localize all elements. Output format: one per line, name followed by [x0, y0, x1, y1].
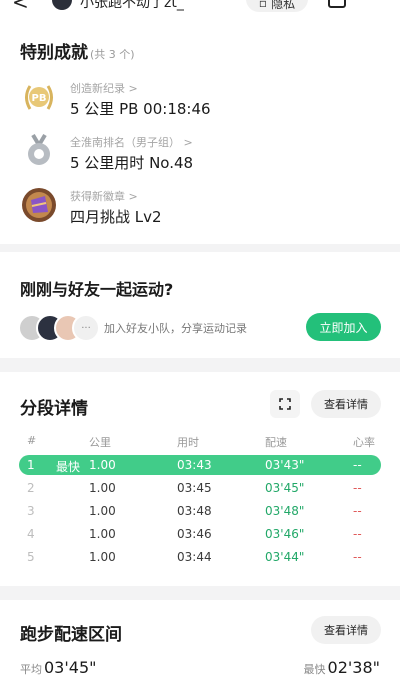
- achievements-title-text: 特别成就: [20, 43, 88, 63]
- splits-header: # 公里 用时 配速 心率: [0, 434, 400, 450]
- split-km: 1.00: [89, 458, 116, 472]
- split-km: 1.00: [89, 550, 116, 564]
- split-km: 1.00: [89, 481, 116, 495]
- split-heart-rate: --: [353, 458, 362, 472]
- more-icon[interactable]: ···: [360, 0, 380, 5]
- split-row: 1 最快 1.00 03:43 03'43" --: [19, 455, 381, 475]
- split-time: 03:45: [177, 481, 212, 495]
- achievement-value: 四月挑战 Lv2: [70, 208, 162, 226]
- split-row: 4 1.00 03:46 03'46" --: [0, 524, 400, 544]
- friends-card: 刚刚与好友一起运动? ··· 加入好友小队，分享运动记录 立即加入: [0, 252, 400, 358]
- header-index: #: [27, 434, 37, 447]
- pb-laurel-badge-icon: PB: [25, 85, 53, 110]
- split-index: 2: [27, 481, 35, 495]
- friends-question: 刚刚与好友一起运动?: [20, 280, 174, 299]
- split-row: 5 1.00 03:44 03'44" --: [0, 547, 400, 567]
- average-pace-label: 平均: [20, 663, 42, 676]
- fastest-tag: 最快: [56, 460, 81, 474]
- user-avatar[interactable]: [52, 0, 72, 10]
- split-time: 03:44: [177, 550, 212, 564]
- best-pace-label: 最快: [303, 663, 326, 676]
- split-row: 3 1.00 03:48 03'48" --: [0, 501, 400, 521]
- achievements-title: 特别成就 (共 3 个): [20, 38, 135, 63]
- header-time: 用时: [177, 436, 199, 449]
- split-index: 4: [27, 527, 35, 541]
- user-name[interactable]: 小张跑不动了zt_: [80, 0, 184, 12]
- split-heart-rate: --: [353, 527, 362, 541]
- best-pace: 最快 02'38": [304, 658, 380, 677]
- split-km: 1.00: [89, 504, 116, 518]
- top-bar: < 小张跑不动了zt_ ▫ 隐私 ···: [0, 0, 400, 14]
- split-index: 1: [27, 458, 35, 472]
- split-row: 2 1.00 03:45 03'45" --: [0, 478, 400, 498]
- lock-icon: ▫: [258, 0, 268, 10]
- april-challenge-badge-icon: [22, 188, 56, 222]
- silver-medal-icon: [28, 133, 50, 165]
- friends-hint: 加入好友小队，分享运动记录: [104, 322, 247, 335]
- average-pace-value: 03'45": [44, 658, 97, 677]
- split-pace: 03'43": [265, 458, 305, 472]
- split-heart-rate: --: [353, 550, 362, 564]
- share-icon[interactable]: [328, 0, 346, 8]
- achievement-badge[interactable]: 获得新徽章 > 四月挑战 Lv2: [0, 186, 400, 236]
- achievement-pb[interactable]: PB 创造新纪录 > 5 公里 PB 00:18:46: [0, 78, 400, 128]
- split-index: 3: [27, 504, 35, 518]
- split-heart-rate: --: [353, 504, 362, 518]
- privacy-label: 隐私: [271, 0, 296, 11]
- split-time: 03:48: [177, 504, 212, 518]
- split-index: 5: [27, 550, 35, 564]
- fullscreen-button[interactable]: [270, 390, 300, 418]
- join-button[interactable]: 立即加入: [306, 313, 381, 341]
- header-heart-rate: 心率: [353, 436, 375, 449]
- splits-title: 分段详情: [20, 399, 88, 419]
- header-km: 公里: [89, 436, 111, 449]
- achievement-value: 5 公里 PB 00:18:46: [70, 100, 211, 118]
- split-pace: 03'44": [265, 550, 305, 564]
- split-pace: 03'45": [265, 481, 305, 495]
- achievements-card: 特别成就 (共 3 个) PB 创造新纪录 > 5 公里 PB 00:18:46 …: [0, 12, 400, 244]
- best-pace-value: 02'38": [327, 658, 380, 677]
- header-pace: 配速: [265, 436, 287, 449]
- expand-icon: [279, 398, 291, 410]
- split-heart-rate: --: [353, 481, 362, 495]
- split-time: 03:43: [177, 458, 212, 472]
- splits-card: 分段详情 查看详情 # 公里 用时 配速 心率 1 最快 1.00 03:43 …: [0, 372, 400, 586]
- svg-text:PB: PB: [32, 93, 47, 104]
- achievements-count: (共 3 个): [90, 48, 135, 61]
- split-time: 03:46: [177, 527, 212, 541]
- split-pace: 03'46": [265, 527, 305, 541]
- pace-zone-detail-button[interactable]: 查看详情: [311, 616, 381, 644]
- split-km: 1.00: [89, 527, 116, 541]
- splits-detail-button[interactable]: 查看详情: [311, 390, 381, 418]
- friend-avatars[interactable]: ···: [18, 314, 102, 342]
- average-pace: 平均 03'45": [20, 658, 96, 677]
- achievement-value: 5 公里用时 No.48: [70, 154, 194, 172]
- achievement-label: 全淮南排名（男子组） >: [70, 136, 193, 149]
- achievement-label: 创造新纪录 >: [70, 82, 138, 95]
- pace-zone-title: 跑步配速区间: [20, 625, 122, 645]
- more-friends-icon: ···: [72, 314, 100, 342]
- split-pace: 03'48": [265, 504, 305, 518]
- achievement-label: 获得新徽章 >: [70, 190, 138, 203]
- achievement-ranking[interactable]: 全淮南排名（男子组） > 5 公里用时 No.48: [0, 132, 400, 182]
- pace-zone-card: 跑步配速区间 查看详情 平均 03'45" 最快 02'38": [0, 600, 400, 695]
- privacy-button[interactable]: ▫ 隐私: [246, 0, 308, 12]
